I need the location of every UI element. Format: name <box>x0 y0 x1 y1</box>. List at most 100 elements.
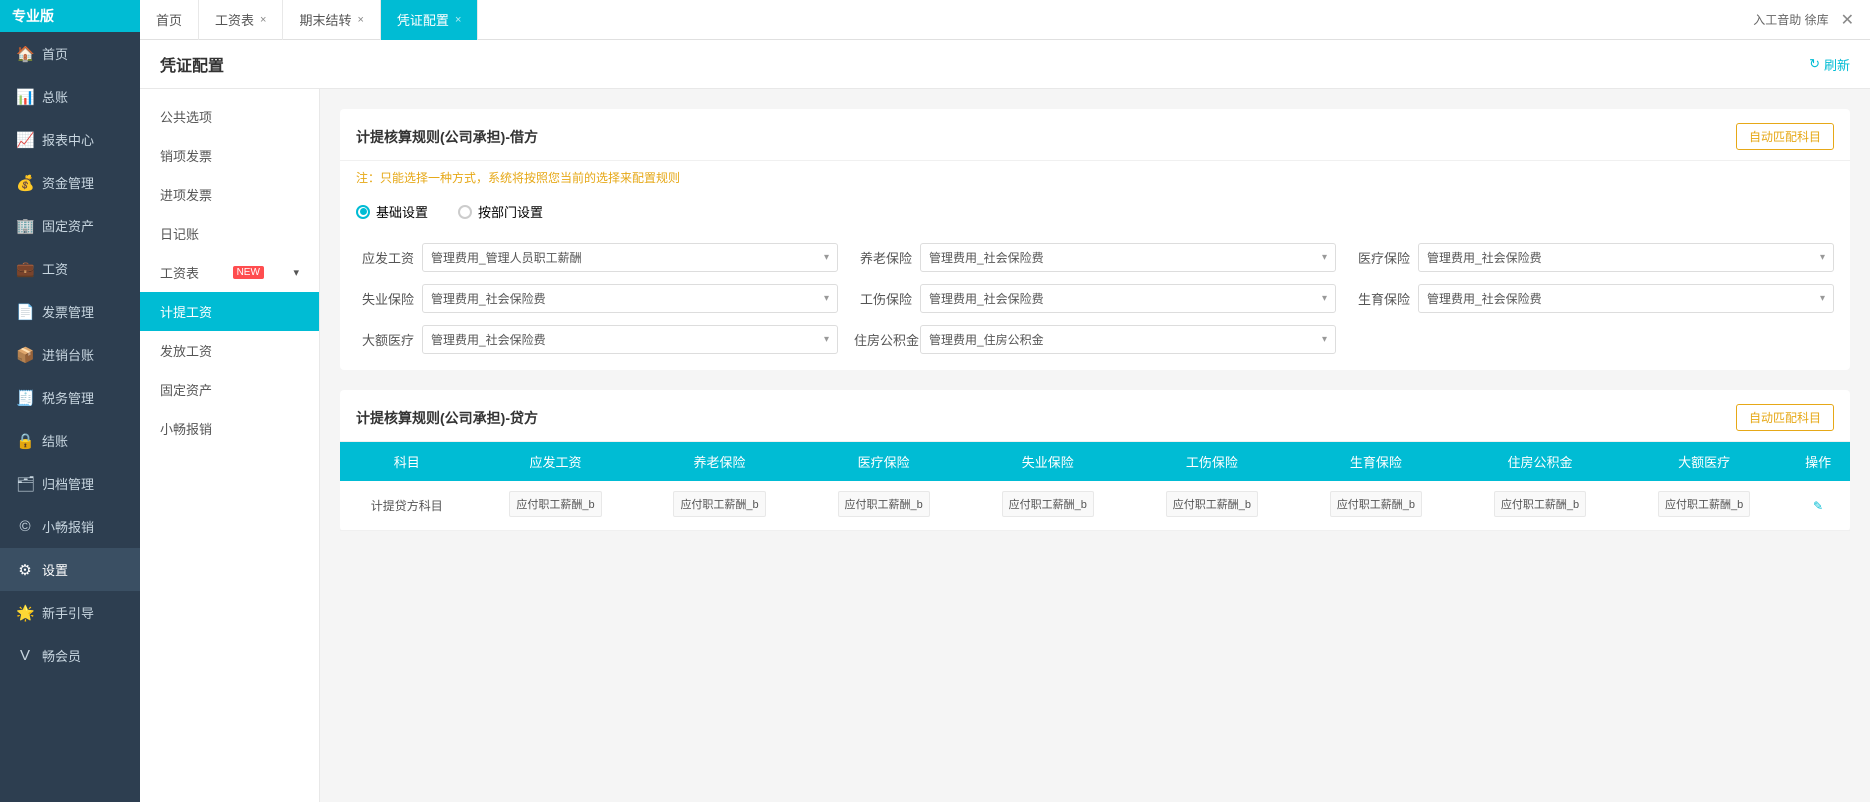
sidebar-item-fixed[interactable]: 🏢 固定资产 <box>0 204 140 247</box>
window-close-button[interactable]: ✕ <box>1841 10 1854 30</box>
td-subject: 计提贷方科目 <box>340 481 473 531</box>
sidebar-item-settings[interactable]: ⚙ 设置 <box>0 548 140 591</box>
left-nav-public-label: 公共选项 <box>160 107 212 126</box>
credit-auto-match-button[interactable]: 自动匹配科目 <box>1736 404 1834 431</box>
radio-basic-circle <box>356 205 370 219</box>
left-nav-purchase-invoice[interactable]: 进项发票 <box>140 175 319 214</box>
debit-section-header: 计提核算规则(公司承担)-借方 自动匹配科目 <box>340 109 1850 161</box>
tab-period-close[interactable]: × <box>357 14 363 26</box>
select-maternity[interactable]: 管理费用_社会保险费 ▾ <box>1418 284 1834 313</box>
topbar: 首页 工资表 × 期末结转 × 凭证配置 × 入工音助 徐库 ✕ <box>140 0 1870 40</box>
sidebar-item-salary[interactable]: 💼 工资 <box>0 247 140 290</box>
tab-salary[interactable]: 工资表 × <box>199 0 283 40</box>
label-major-medical: 大额医疗 <box>356 330 414 349</box>
select-maternity-value: 管理费用_社会保险费 <box>1427 290 1542 307</box>
select-pension[interactable]: 管理费用_社会保险费 ▾ <box>920 243 1336 272</box>
sidebar-item-invoice[interactable]: 📄 发票管理 <box>0 290 140 333</box>
left-nav-journal[interactable]: 日记账 <box>140 214 319 253</box>
th-salary: 应发工资 <box>473 442 637 481</box>
label-pension: 养老保险 <box>854 248 912 267</box>
sidebar: 专业版 🏠 首页 📊 总账 📈 报表中心 💰 资金管理 🏢 固定资产 💼 工资 … <box>0 0 140 802</box>
select-major-medical-value: 管理费用_社会保险费 <box>431 331 546 348</box>
sidebar-item-invoice-label: 发票管理 <box>42 302 94 321</box>
sidebar-item-archive[interactable]: 🗂 归档管理 <box>0 462 140 505</box>
inventory-icon: 📦 <box>16 346 34 364</box>
sidebar-item-guide[interactable]: 🌟 新手引导 <box>0 591 140 634</box>
cell-injury: 应付职工薪酬_b <box>1166 491 1258 517</box>
left-nav-salary-table-label: 工资表 <box>160 263 199 282</box>
page-header: 凭证配置 ↻ 刷新 <box>140 40 1870 89</box>
left-nav-xiaochang[interactable]: 小畅报销 <box>140 409 319 448</box>
left-nav-sales-invoice[interactable]: 销项发票 <box>140 136 319 175</box>
left-nav-salary-table[interactable]: 工资表 NEW ▾ <box>140 253 319 292</box>
select-unemployment[interactable]: 管理费用_社会保险费 ▾ <box>422 284 838 313</box>
select-medical[interactable]: 管理费用_社会保险费 ▾ <box>1418 243 1834 272</box>
radio-dept[interactable]: 按部门设置 <box>458 202 543 221</box>
guide-icon: 🌟 <box>16 604 34 622</box>
sidebar-item-xiaochang[interactable]: © 小畅报销 <box>0 505 140 548</box>
archive-icon: 🗂 <box>16 475 34 493</box>
sidebar-item-vip-label: 畅会员 <box>42 646 81 665</box>
tab-salary-label: 工资表 <box>215 10 254 29</box>
select-medical-value: 管理费用_社会保险费 <box>1427 249 1542 266</box>
cell-salary: 应付职工薪酬_b <box>509 491 601 517</box>
label-medical: 医疗保险 <box>1352 248 1410 267</box>
debit-auto-match-button[interactable]: 自动匹配科目 <box>1736 123 1834 150</box>
sidebar-item-inventory[interactable]: 📦 进销台账 <box>0 333 140 376</box>
sidebar-item-ledger-label: 总账 <box>42 87 68 106</box>
select-unemployment-value: 管理费用_社会保险费 <box>431 290 546 307</box>
sidebar-item-tax[interactable]: 🧾 税务管理 <box>0 376 140 419</box>
label-salary: 应发工资 <box>356 248 414 267</box>
left-nav-purchase-label: 进项发票 <box>160 185 212 204</box>
select-salary[interactable]: 管理费用_管理人员职工薪酬 ▾ <box>422 243 838 272</box>
field-unemployment: 失业保险 管理费用_社会保险费 ▾ <box>356 284 838 313</box>
left-nav-calc-salary[interactable]: 计提工资 <box>140 292 319 331</box>
debit-form-row-3: 大额医疗 管理费用_社会保险费 ▾ 住房公积金 管理费用_住房公积金 ▾ <box>356 325 1834 354</box>
refresh-button[interactable]: ↻ 刷新 <box>1809 55 1850 74</box>
debit-section: 计提核算规则(公司承担)-借方 自动匹配科目 注：只能选择一种方式，系统将按照您… <box>340 109 1850 370</box>
sidebar-item-fund-label: 资金管理 <box>42 173 94 192</box>
sidebar-item-closing[interactable]: 🔒 结账 <box>0 419 140 462</box>
td-medical-val: 应付职工薪酬_b <box>802 481 966 531</box>
select-housing-fund-arrow: ▾ <box>1322 334 1327 345</box>
select-housing-fund[interactable]: 管理费用_住房公积金 ▾ <box>920 325 1336 354</box>
left-nav: 公共选项 销项发票 进项发票 日记账 工资表 NEW ▾ 计提工资 发放工资 <box>140 89 320 802</box>
ledger-icon: 📊 <box>16 88 34 106</box>
left-nav-pay-salary[interactable]: 发放工资 <box>140 331 319 370</box>
td-salary-val: 应付职工薪酬_b <box>473 481 637 531</box>
closing-icon: 🔒 <box>16 432 34 450</box>
tab-voucher-close[interactable]: × <box>455 14 461 26</box>
td-major-medical-val: 应付职工薪酬_b <box>1622 481 1786 531</box>
left-nav-public[interactable]: 公共选项 <box>140 97 319 136</box>
edit-icon[interactable]: ✎ <box>1813 499 1823 513</box>
radio-dept-circle <box>458 205 472 219</box>
sidebar-item-home[interactable]: 🏠 首页 <box>0 32 140 75</box>
td-maternity-val: 应付职工薪酬_b <box>1294 481 1458 531</box>
label-unemployment: 失业保险 <box>356 289 414 308</box>
label-maternity: 生育保险 <box>1352 289 1410 308</box>
tab-voucher[interactable]: 凭证配置 × <box>381 0 478 40</box>
sidebar-item-fund[interactable]: 💰 资金管理 <box>0 161 140 204</box>
content-area: 公共选项 销项发票 进项发票 日记账 工资表 NEW ▾ 计提工资 发放工资 <box>140 89 1870 802</box>
left-nav-fixed-assets[interactable]: 固定资产 <box>140 370 319 409</box>
select-major-medical-arrow: ▾ <box>824 334 829 345</box>
sidebar-item-reports[interactable]: 📈 报表中心 <box>0 118 140 161</box>
sidebar-item-vip[interactable]: V 畅会员 <box>0 634 140 677</box>
refresh-label: 刷新 <box>1824 55 1850 74</box>
select-injury[interactable]: 管理费用_社会保险费 ▾ <box>920 284 1336 313</box>
td-housing-val: 应付职工薪酬_b <box>1458 481 1622 531</box>
credit-section-header: 计提核算规则(公司承担)-贷方 自动匹配科目 <box>340 390 1850 442</box>
th-housing: 住房公积金 <box>1458 442 1622 481</box>
table-row: 计提贷方科目 应付职工薪酬_b 应付职工薪酬_b 应付职工薪酬_b <box>340 481 1850 531</box>
tab-home[interactable]: 首页 <box>140 0 199 40</box>
radio-basic[interactable]: 基础设置 <box>356 202 428 221</box>
left-nav-fixed-assets-label: 固定资产 <box>160 380 212 399</box>
credit-table: 科目 应发工资 养老保险 医疗保险 失业保险 工伤保险 生育保险 住房公积金 大… <box>340 442 1850 531</box>
tab-period[interactable]: 期末结转 × <box>283 0 380 40</box>
tab-salary-close[interactable]: × <box>260 14 266 26</box>
select-major-medical[interactable]: 管理费用_社会保险费 ▾ <box>422 325 838 354</box>
left-nav-journal-label: 日记账 <box>160 224 199 243</box>
credit-section: 计提核算规则(公司承担)-贷方 自动匹配科目 科目 应发工资 养老保险 医疗保险… <box>340 390 1850 531</box>
cell-housing: 应付职工薪酬_b <box>1494 491 1586 517</box>
sidebar-item-ledger[interactable]: 📊 总账 <box>0 75 140 118</box>
